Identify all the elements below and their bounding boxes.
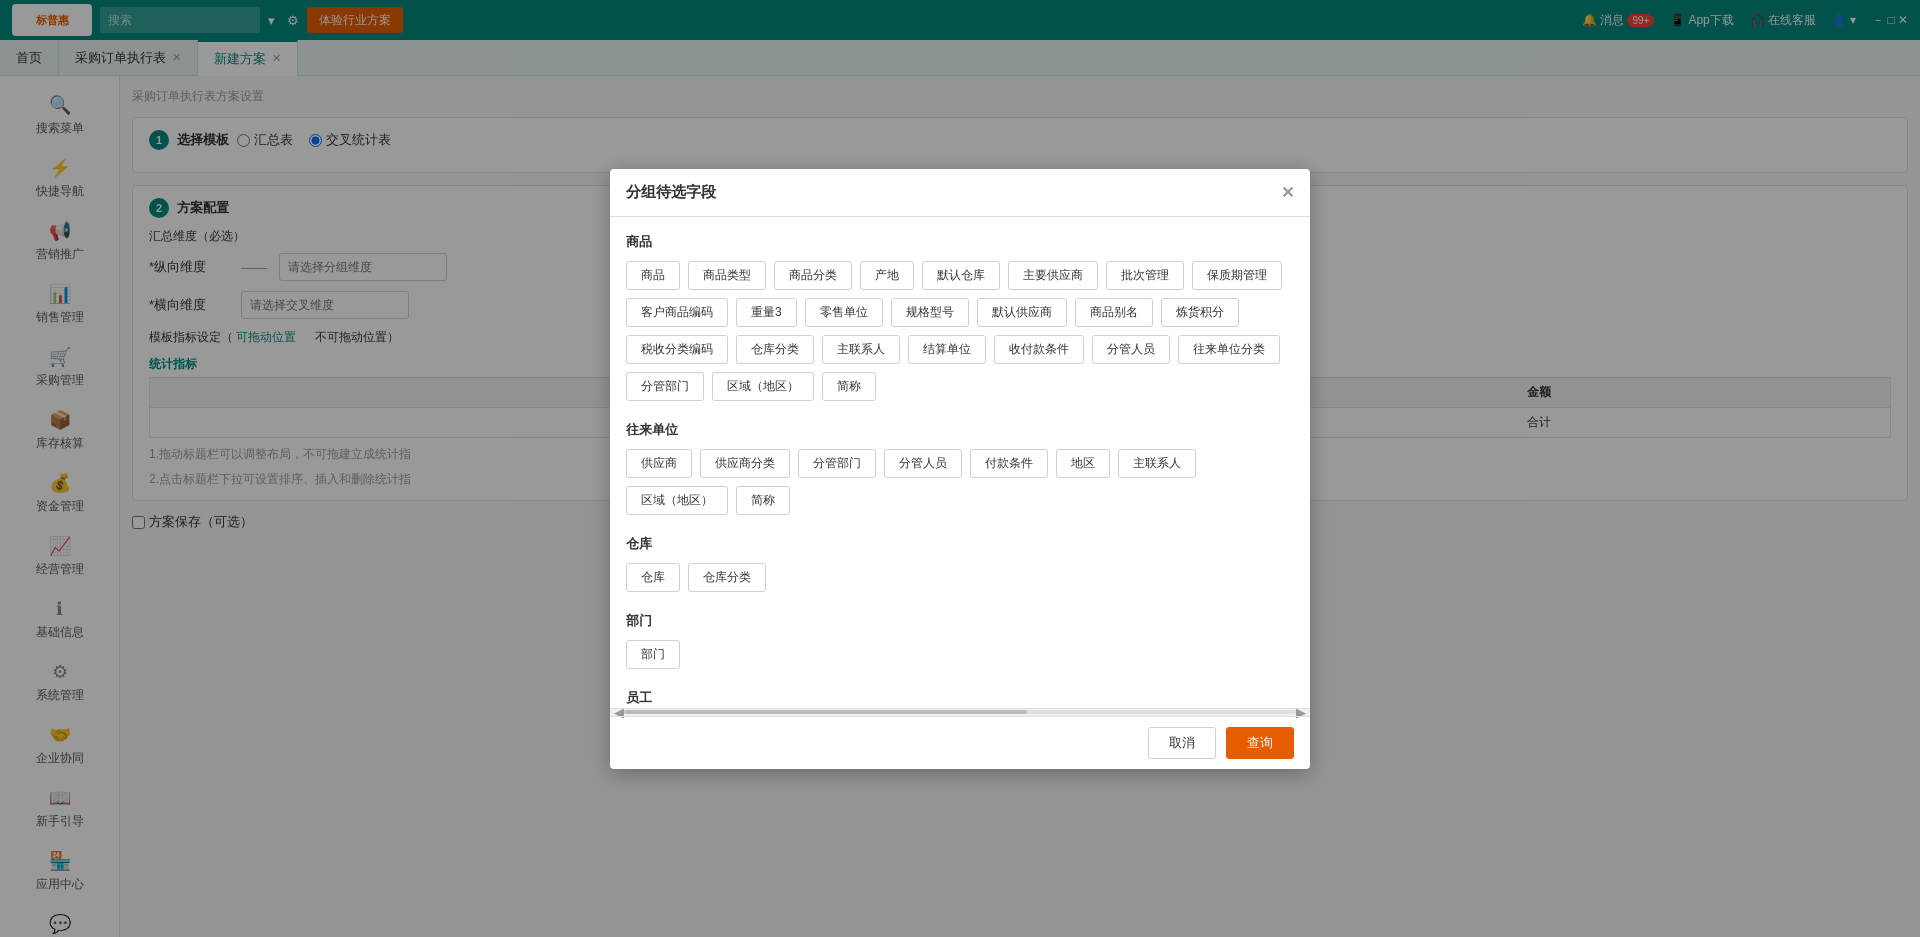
- section-warehouse-title: 仓库: [626, 535, 1294, 553]
- field-tag[interactable]: 产地: [860, 261, 914, 290]
- dept-tags: 部门: [626, 640, 1294, 669]
- cancel-button[interactable]: 取消: [1148, 727, 1216, 759]
- field-tag[interactable]: 商品: [626, 261, 680, 290]
- field-tag[interactable]: 供应商分类: [700, 449, 790, 478]
- modal-close-btn[interactable]: ✕: [1281, 183, 1294, 202]
- field-tag[interactable]: 主联系人: [822, 335, 900, 364]
- field-tag[interactable]: 商品类型: [688, 261, 766, 290]
- modal-header: 分组待选字段 ✕: [610, 169, 1310, 217]
- field-tag[interactable]: 区域（地区）: [626, 486, 728, 515]
- section-goods-title: 商品: [626, 233, 1294, 251]
- field-tag[interactable]: 主联系人: [1118, 449, 1196, 478]
- section-staff: 员工 业务员: [626, 689, 1294, 708]
- field-tag[interactable]: 客户商品编码: [626, 298, 728, 327]
- field-tag[interactable]: 商品分类: [774, 261, 852, 290]
- field-tag[interactable]: 保质期管理: [1192, 261, 1282, 290]
- field-tag[interactable]: 商品别名: [1075, 298, 1153, 327]
- goods-tags: 商品 商品类型 商品分类 产地 默认仓库 主要供应商 批次管理 保质期管理 客户…: [626, 261, 1294, 401]
- scrollbar-track: [624, 710, 1296, 714]
- section-partner-title: 往来单位: [626, 421, 1294, 439]
- field-tag[interactable]: 分管部门: [626, 372, 704, 401]
- modal-body[interactable]: 商品 商品 商品类型 商品分类 产地 默认仓库 主要供应商 批次管理 保质期管理…: [610, 217, 1310, 708]
- field-tag[interactable]: 重量3: [736, 298, 797, 327]
- field-tag[interactable]: 往来单位分类: [1178, 335, 1280, 364]
- confirm-button[interactable]: 查询: [1226, 727, 1294, 759]
- field-tag[interactable]: 仓库分类: [688, 563, 766, 592]
- field-tag[interactable]: 分管人员: [1092, 335, 1170, 364]
- section-dept-title: 部门: [626, 612, 1294, 630]
- field-tag[interactable]: 零售单位: [805, 298, 883, 327]
- field-tag[interactable]: 收付款条件: [994, 335, 1084, 364]
- section-partner: 往来单位 供应商 供应商分类 分管部门 分管人员 付款条件 地区 主联系人 区域…: [626, 421, 1294, 515]
- modal-scrollbar[interactable]: ◀ ▶: [610, 708, 1310, 716]
- field-tag[interactable]: 税收分类编码: [626, 335, 728, 364]
- field-tag[interactable]: 炼货积分: [1161, 298, 1239, 327]
- field-tag[interactable]: 付款条件: [970, 449, 1048, 478]
- modal-title: 分组待选字段: [626, 183, 716, 202]
- section-staff-title: 员工: [626, 689, 1294, 707]
- section-goods: 商品 商品 商品类型 商品分类 产地 默认仓库 主要供应商 批次管理 保质期管理…: [626, 233, 1294, 401]
- modal-footer: 取消 查询: [610, 716, 1310, 769]
- field-tag[interactable]: 批次管理: [1106, 261, 1184, 290]
- field-tag[interactable]: 供应商: [626, 449, 692, 478]
- warehouse-tags: 仓库 仓库分类: [626, 563, 1294, 592]
- field-tag[interactable]: 地区: [1056, 449, 1110, 478]
- field-tag[interactable]: 默认供应商: [977, 298, 1067, 327]
- scrollbar-thumb[interactable]: [624, 710, 1027, 714]
- field-tag[interactable]: 默认仓库: [922, 261, 1000, 290]
- field-tag[interactable]: 主要供应商: [1008, 261, 1098, 290]
- section-dept: 部门 部门: [626, 612, 1294, 669]
- field-tag[interactable]: 仓库分类: [736, 335, 814, 364]
- section-warehouse: 仓库 仓库 仓库分类: [626, 535, 1294, 592]
- modal: 分组待选字段 ✕ 商品 商品 商品类型 商品分类 产地 默认仓库 主要供应商 批…: [610, 169, 1310, 769]
- field-tag[interactable]: 简称: [822, 372, 876, 401]
- field-tag[interactable]: 规格型号: [891, 298, 969, 327]
- field-tag[interactable]: 仓库: [626, 563, 680, 592]
- field-tag[interactable]: 分管人员: [884, 449, 962, 478]
- field-tag[interactable]: 简称: [736, 486, 790, 515]
- partner-tags: 供应商 供应商分类 分管部门 分管人员 付款条件 地区 主联系人 区域（地区） …: [626, 449, 1294, 515]
- modal-overlay: 分组待选字段 ✕ 商品 商品 商品类型 商品分类 产地 默认仓库 主要供应商 批…: [0, 0, 1920, 937]
- field-tag[interactable]: 结算单位: [908, 335, 986, 364]
- field-tag[interactable]: 分管部门: [798, 449, 876, 478]
- field-tag[interactable]: 区域（地区）: [712, 372, 814, 401]
- field-tag[interactable]: 部门: [626, 640, 680, 669]
